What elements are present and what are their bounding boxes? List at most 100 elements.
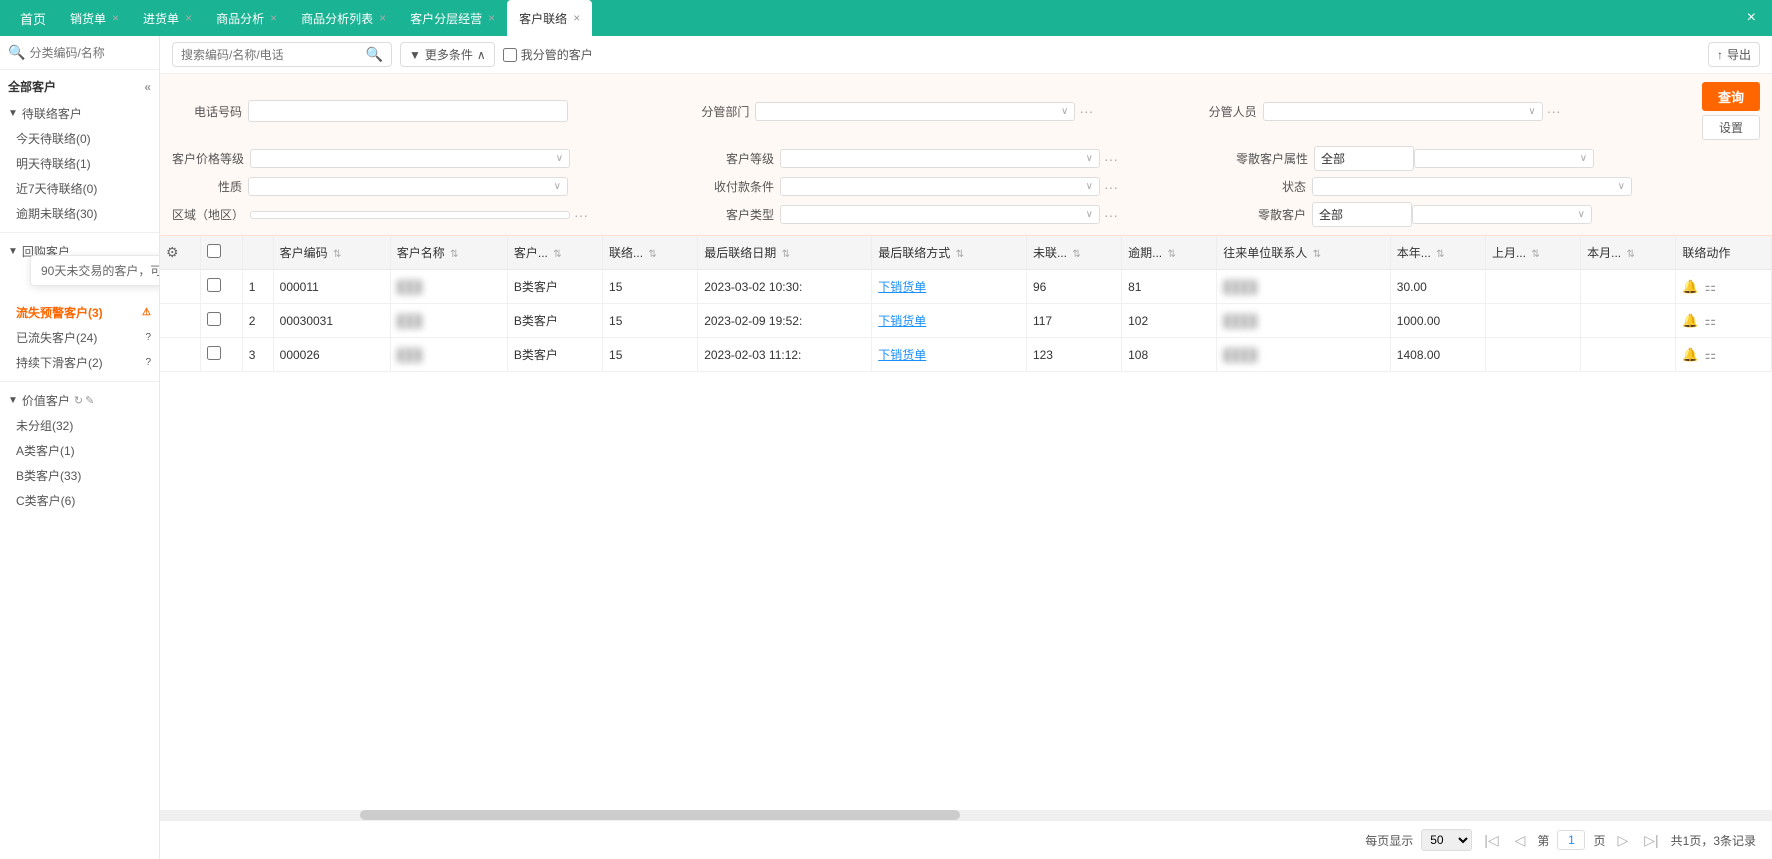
sidebar-item-7days[interactable]: 近7天待联络(0) xyxy=(0,176,159,201)
person-select[interactable]: ∨ xyxy=(1263,102,1543,121)
export-btn[interactable]: ↑ 导出 xyxy=(1708,42,1760,67)
method-link-1[interactable]: 下销货单 xyxy=(878,314,926,328)
cell-name-2: ███ xyxy=(390,338,507,372)
table-row: 2 00030031 ███ B类客户 15 2023-02-09 19:52:… xyxy=(160,304,1772,338)
tmonth-sort-icon[interactable]: ⇅ xyxy=(1627,249,1635,260)
first-page-btn[interactable]: |◁ xyxy=(1480,832,1502,849)
last-page-btn[interactable]: ▷| xyxy=(1640,832,1662,849)
sidebar-item-c-class[interactable]: C类客户(6) xyxy=(0,488,159,513)
overdue-sort-icon[interactable]: ⇅ xyxy=(1167,249,1175,260)
contact-sort-icon[interactable]: ⇅ xyxy=(648,249,656,260)
my-customers-checkbox[interactable] xyxy=(503,48,517,62)
my-customers-check[interactable]: 我分管的客户 xyxy=(503,46,593,63)
zero-retail2-label: 零散客户 xyxy=(1236,206,1306,223)
all-customers-header[interactable]: 全部客户 « xyxy=(0,70,159,99)
action-bell-0[interactable]: 🔔 xyxy=(1682,279,1698,295)
sidebar-search-input[interactable] xyxy=(29,46,160,60)
close-purchase-tab[interactable]: × xyxy=(185,11,192,25)
nocontact-sort-icon[interactable]: ⇅ xyxy=(1072,249,1080,260)
close-customer-link-tab[interactable]: × xyxy=(573,11,580,25)
method-link-2[interactable]: 下销货单 xyxy=(878,348,926,362)
sidebar-item-declining[interactable]: 持续下滑客户(2) ? xyxy=(0,350,159,375)
sidebar-item-tomorrow[interactable]: 明天待联络(1) xyxy=(0,151,159,176)
cell-settings-2 xyxy=(160,338,200,372)
dept-field: 分管部门 ∨ ··· xyxy=(679,102,1178,121)
customer-tier-select[interactable]: ∨ xyxy=(780,149,1100,168)
next-page-btn[interactable]: ▷ xyxy=(1613,832,1632,849)
filter-search-input[interactable] xyxy=(181,48,366,62)
prev-page-btn[interactable]: ◁ xyxy=(1511,832,1530,849)
sidebar-item-warning[interactable]: 流失预警客户(3) ⚠ xyxy=(0,300,159,325)
sidebar-item-b-class[interactable]: B类客户(33) xyxy=(0,463,159,488)
sidebar-item-already-lost[interactable]: 已流失客户(24) ? xyxy=(0,325,159,350)
status-select[interactable]: ∨ xyxy=(1312,177,1632,196)
tab-purchase[interactable]: 进货单 × xyxy=(131,0,204,36)
method-sort-icon[interactable]: ⇅ xyxy=(956,249,964,260)
collapse-icon[interactable]: « xyxy=(144,80,151,94)
tab-analysis-list[interactable]: 商品分析列表 × xyxy=(289,0,398,36)
tab-analysis[interactable]: 商品分析 × xyxy=(204,0,289,36)
action-bell-1[interactable]: 🔔 xyxy=(1682,313,1698,329)
action-bell-2[interactable]: 🔔 xyxy=(1682,347,1698,363)
my-customers-label: 我分管的客户 xyxy=(521,46,593,63)
phone-input[interactable] xyxy=(248,100,568,122)
tab-customer-link[interactable]: 客户联络 × xyxy=(507,0,592,36)
th-action: 联络动作 xyxy=(1676,236,1772,270)
zero-retail-attr-select2[interactable]: ∨ xyxy=(1414,149,1594,168)
sidebar-item-ungroup[interactable]: 未分组(32) xyxy=(0,413,159,438)
window-close-button[interactable]: × xyxy=(1739,9,1764,27)
unit-sort-icon[interactable]: ⇅ xyxy=(1313,249,1321,260)
action-grid-0[interactable]: ⚏ xyxy=(1705,279,1717,295)
tab-sales[interactable]: 销货单 × xyxy=(58,0,131,36)
filter-search-icon[interactable]: 🔍 xyxy=(366,46,383,63)
sidebar-item-overdue[interactable]: 逾期未联络(30) xyxy=(0,201,159,226)
zero-retail-attr-select[interactable]: 全部 xyxy=(1314,146,1414,171)
zero-retail2-select2[interactable]: ∨ xyxy=(1412,205,1592,224)
row-checkbox-0[interactable] xyxy=(207,278,221,292)
row-checkbox-2[interactable] xyxy=(207,346,221,360)
value-customers-header[interactable]: ▼ 价值客户 ↻ ✎ xyxy=(0,388,159,413)
price-tier-select[interactable]: ∨ xyxy=(250,149,570,168)
method-link-0[interactable]: 下销货单 xyxy=(878,280,926,294)
th-last-month: 上月... ⇅ xyxy=(1485,236,1580,270)
sidebar-item-a-class[interactable]: A类客户(1) xyxy=(0,438,159,463)
lmonth-sort-icon[interactable]: ⇅ xyxy=(1531,249,1539,260)
sidebar-item-today[interactable]: 今天待联络(0) xyxy=(0,126,159,151)
table-settings-icon[interactable]: ⚙ xyxy=(166,244,179,260)
horizontal-scrollbar[interactable] xyxy=(160,810,1772,820)
close-analysis-tab[interactable]: × xyxy=(270,11,277,25)
customer-type-select[interactable]: ∨ xyxy=(780,205,1100,224)
close-analysis-list-tab[interactable]: × xyxy=(379,11,386,25)
select-all-checkbox[interactable] xyxy=(207,244,221,258)
value-edit-icon[interactable]: ✎ xyxy=(85,394,94,407)
zero-retail2-select[interactable]: 全部 xyxy=(1312,202,1412,227)
year-sort-icon[interactable]: ⇅ xyxy=(1436,249,1444,260)
more-conditions-btn[interactable]: ▼ 更多条件 ∧ xyxy=(400,42,495,67)
cell-lmonth-1 xyxy=(1485,304,1580,338)
cell-action-2: 🔔 ⚏ xyxy=(1676,338,1772,372)
type-sort-icon[interactable]: ⇅ xyxy=(553,249,561,260)
close-sales-tab[interactable]: × xyxy=(112,11,119,25)
pending-contact-header[interactable]: ▼ 待联络客户 xyxy=(0,101,159,126)
action-grid-1[interactable]: ⚏ xyxy=(1705,313,1717,329)
close-customer-tier-tab[interactable]: × xyxy=(488,11,495,25)
dept-select[interactable]: ∨ xyxy=(755,102,1075,121)
query-button[interactable]: 查询 xyxy=(1702,82,1760,111)
date-sort-icon[interactable]: ⇅ xyxy=(782,249,790,260)
per-page-select[interactable]: 50 100 200 xyxy=(1421,829,1472,851)
code-sort-icon[interactable]: ⇅ xyxy=(333,249,341,260)
gender-select[interactable]: ∨ xyxy=(248,177,568,196)
tab-home[interactable]: 首页 xyxy=(8,9,58,28)
th-no-contact: 未联... ⇅ xyxy=(1026,236,1121,270)
page-number-input[interactable] xyxy=(1557,830,1585,850)
payment-select[interactable]: ∨ xyxy=(780,177,1100,196)
tab-customer-tier[interactable]: 客户分层经营 × xyxy=(398,0,507,36)
cell-overdue-1: 102 xyxy=(1122,304,1217,338)
region-select[interactable] xyxy=(250,211,570,219)
row-checkbox-1[interactable] xyxy=(207,312,221,326)
scrollbar-thumb[interactable] xyxy=(360,810,960,820)
settings-button[interactable]: 设置 xyxy=(1702,115,1760,140)
name-sort-icon[interactable]: ⇅ xyxy=(450,249,458,260)
action-grid-2[interactable]: ⚏ xyxy=(1705,347,1717,363)
value-refresh-icon[interactable]: ↻ xyxy=(74,394,83,407)
